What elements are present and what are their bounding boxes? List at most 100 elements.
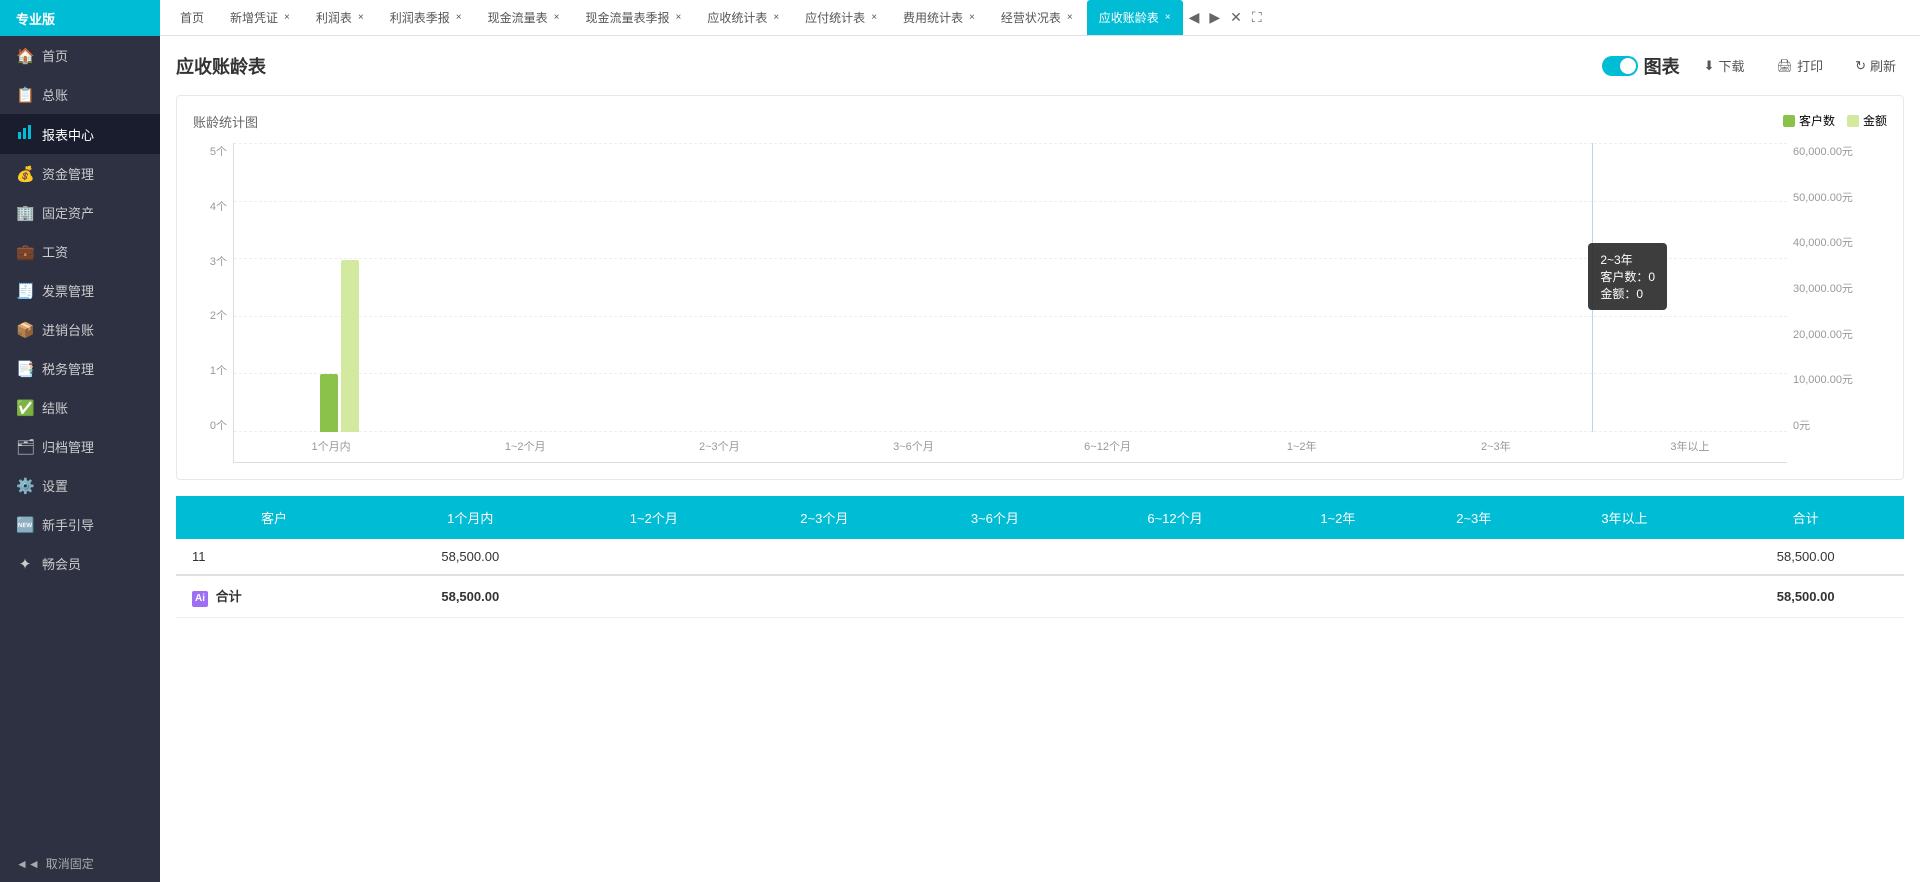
tab-close-icon[interactable]: × — [456, 12, 462, 23]
home-icon: 🏠 — [16, 47, 34, 65]
refresh-button[interactable]: ↻ 刷新 — [1847, 52, 1904, 79]
tab-close-icon[interactable]: × — [675, 12, 681, 23]
unpin-icon: ◄◄ — [16, 857, 40, 871]
x-label-4: 6~12个月 — [1011, 432, 1205, 462]
legend-customers: 客户数 — [1783, 112, 1835, 129]
tab-cashflow-quarterly[interactable]: 现金流量表季报 × — [573, 0, 693, 35]
tab-business[interactable]: 经营状况表 × — [989, 0, 1085, 35]
sidebar-item-label: 总账 — [42, 85, 68, 104]
sidebar-item-salary[interactable]: 💼 工资 — [0, 232, 160, 271]
print-button[interactable]: 🖨 打印 — [1769, 52, 1832, 79]
tab-expense[interactable]: 费用统计表 × — [891, 0, 987, 35]
cell-customer: 11 — [176, 539, 372, 575]
col-header-m1: 1个月内 — [372, 496, 569, 539]
sidebar-item-member[interactable]: ✦ 畅会员 — [0, 544, 160, 583]
sidebar-item-label: 首页 — [42, 46, 68, 65]
cell-total-m1: 58,500.00 — [372, 575, 569, 617]
cell-m7 — [1406, 539, 1542, 575]
sidebar-item-label: 设置 — [42, 476, 68, 495]
tab-close-icon[interactable]: × — [871, 12, 877, 23]
settle-icon: ✅ — [16, 399, 34, 417]
main-area: 首页 新增凭证 × 利润表 × 利润表季报 × 现金流量表 × 现金流量表季报 … — [160, 0, 1920, 882]
x-label-0: 1个月内 — [234, 432, 428, 462]
tab-profit-quarterly[interactable]: 利润表季报 × — [378, 0, 474, 35]
col-header-total: 合计 — [1707, 496, 1904, 539]
col-header-m8: 3年以上 — [1542, 496, 1708, 539]
y-right-label: 50,000.00元 — [1793, 189, 1853, 205]
y-axis-left: 5个 4个 3个 2个 1个 0个 — [193, 143, 233, 463]
unpin-button[interactable]: ◄◄ 取消固定 — [0, 845, 160, 882]
cell-m1: 58,500.00 — [372, 539, 569, 575]
page-actions: 图表 ⬇ 下载 🖨 打印 ↻ 刷新 — [1602, 52, 1904, 79]
sidebar-item-reports[interactable]: 报表中心 — [0, 114, 160, 154]
legend-customer-label: 客户数 — [1799, 112, 1835, 129]
tab-close-icon[interactable]: × — [284, 12, 290, 23]
ledger-icon: 📋 — [16, 86, 34, 104]
cell-total-m2 — [569, 575, 740, 617]
tab-prev-button[interactable]: ◀ — [1185, 7, 1204, 28]
sidebar-item-settings[interactable]: ⚙️ 设置 — [0, 466, 160, 505]
chart-toggle-label: 图表 — [1644, 53, 1680, 79]
tab-cashflow[interactable]: 现金流量表 × — [476, 0, 572, 35]
bar-group-0 — [244, 260, 436, 432]
col-header-m5: 6~12个月 — [1080, 496, 1270, 539]
col-header-m3: 2~3个月 — [739, 496, 910, 539]
y-right-label: 10,000.00元 — [1793, 371, 1853, 387]
sidebar-item-ledger[interactable]: 📋 总账 — [0, 75, 160, 114]
y-label: 2个 — [210, 307, 227, 323]
tab-close-icon[interactable]: × — [969, 12, 975, 23]
sidebar-item-label: 结账 — [42, 398, 68, 417]
tab-close-all-button[interactable]: ✕ — [1226, 7, 1246, 28]
sidebar-item-guide[interactable]: 🆕 新手引导 — [0, 505, 160, 544]
tab-home[interactable]: 首页 — [168, 0, 216, 35]
cell-total-sum: 58,500.00 — [1707, 575, 1904, 617]
sidebar-item-settle[interactable]: ✅ 结账 — [0, 388, 160, 427]
salary-icon: 💼 — [16, 243, 34, 261]
cell-total-m8 — [1542, 575, 1708, 617]
sidebar-item-archive[interactable]: 🗂 归档管理 — [0, 427, 160, 466]
tooltip-amount: 金额：0 — [1600, 285, 1655, 302]
download-button[interactable]: ⬇ 下载 — [1696, 52, 1753, 79]
cell-m4 — [910, 539, 1081, 575]
sidebar-item-label: 工资 — [42, 242, 68, 261]
tab-profit[interactable]: 利润表 × — [304, 0, 376, 35]
sidebar-item-label: 归档管理 — [42, 437, 94, 456]
tab-expand-button[interactable]: ⛶ — [1248, 7, 1266, 28]
x-labels: 1个月内 1~2个月 2~3个月 3~6个月 6~12个月 1~2年 2~3年 … — [234, 432, 1787, 462]
y-axis-right: 60,000.00元 50,000.00元 40,000.00元 30,000.… — [1787, 143, 1887, 463]
guide-icon: 🆕 — [16, 516, 34, 534]
reports-icon — [16, 124, 34, 144]
sidebar-item-invoice[interactable]: 🧾 发票管理 — [0, 271, 160, 310]
tab-ap-stat[interactable]: 应付统计表 × — [793, 0, 889, 35]
tab-ar-aging[interactable]: 应收账龄表 × — [1087, 0, 1183, 35]
print-icon: 🖨 — [1777, 58, 1794, 74]
col-header-customer: 客户 — [176, 496, 372, 539]
funds-icon: 💰 — [16, 165, 34, 183]
tab-close-icon[interactable]: × — [358, 12, 364, 23]
data-table: 客户 1个月内 1~2个月 2~3个月 3~6个月 6~12个月 1~2年 2~… — [176, 496, 1904, 618]
cell-total: 58,500.00 — [1707, 539, 1904, 575]
chart-toggle[interactable] — [1602, 56, 1638, 76]
tab-close-icon[interactable]: × — [1165, 12, 1171, 23]
x-label-1: 1~2个月 — [428, 432, 622, 462]
tab-ar-stat[interactable]: 应收统计表 × — [695, 0, 791, 35]
cell-m5 — [1080, 539, 1270, 575]
tab-close-icon[interactable]: × — [554, 12, 560, 23]
table-total-row: Ai 合计 58,500.00 58,500.00 — [176, 575, 1904, 617]
chart-toggle-wrap: 图表 — [1602, 53, 1680, 79]
chart-plot-area: 1个月内 1~2个月 2~3个月 3~6个月 6~12个月 1~2年 2~3年 … — [233, 143, 1787, 463]
sidebar-item-assets[interactable]: 🏢 固定资产 — [0, 193, 160, 232]
sidebar-item-home[interactable]: 🏠 首页 — [0, 36, 160, 75]
tab-close-icon[interactable]: × — [773, 12, 779, 23]
sidebar-item-funds[interactable]: 💰 资金管理 — [0, 154, 160, 193]
y-label: 5个 — [210, 143, 227, 159]
sidebar-item-label: 固定资产 — [42, 203, 94, 222]
tab-next-button[interactable]: ▶ — [1205, 7, 1224, 28]
tab-voucher[interactable]: 新增凭证 × — [218, 0, 302, 35]
sidebar-item-tax[interactable]: 📑 税务管理 — [0, 349, 160, 388]
cell-total-m3 — [739, 575, 910, 617]
col-header-m7: 2~3年 — [1406, 496, 1542, 539]
tab-close-icon[interactable]: × — [1067, 12, 1073, 23]
table-header-row: 客户 1个月内 1~2个月 2~3个月 3~6个月 6~12个月 1~2年 2~… — [176, 496, 1904, 539]
sidebar-item-stock[interactable]: 📦 进销台账 — [0, 310, 160, 349]
